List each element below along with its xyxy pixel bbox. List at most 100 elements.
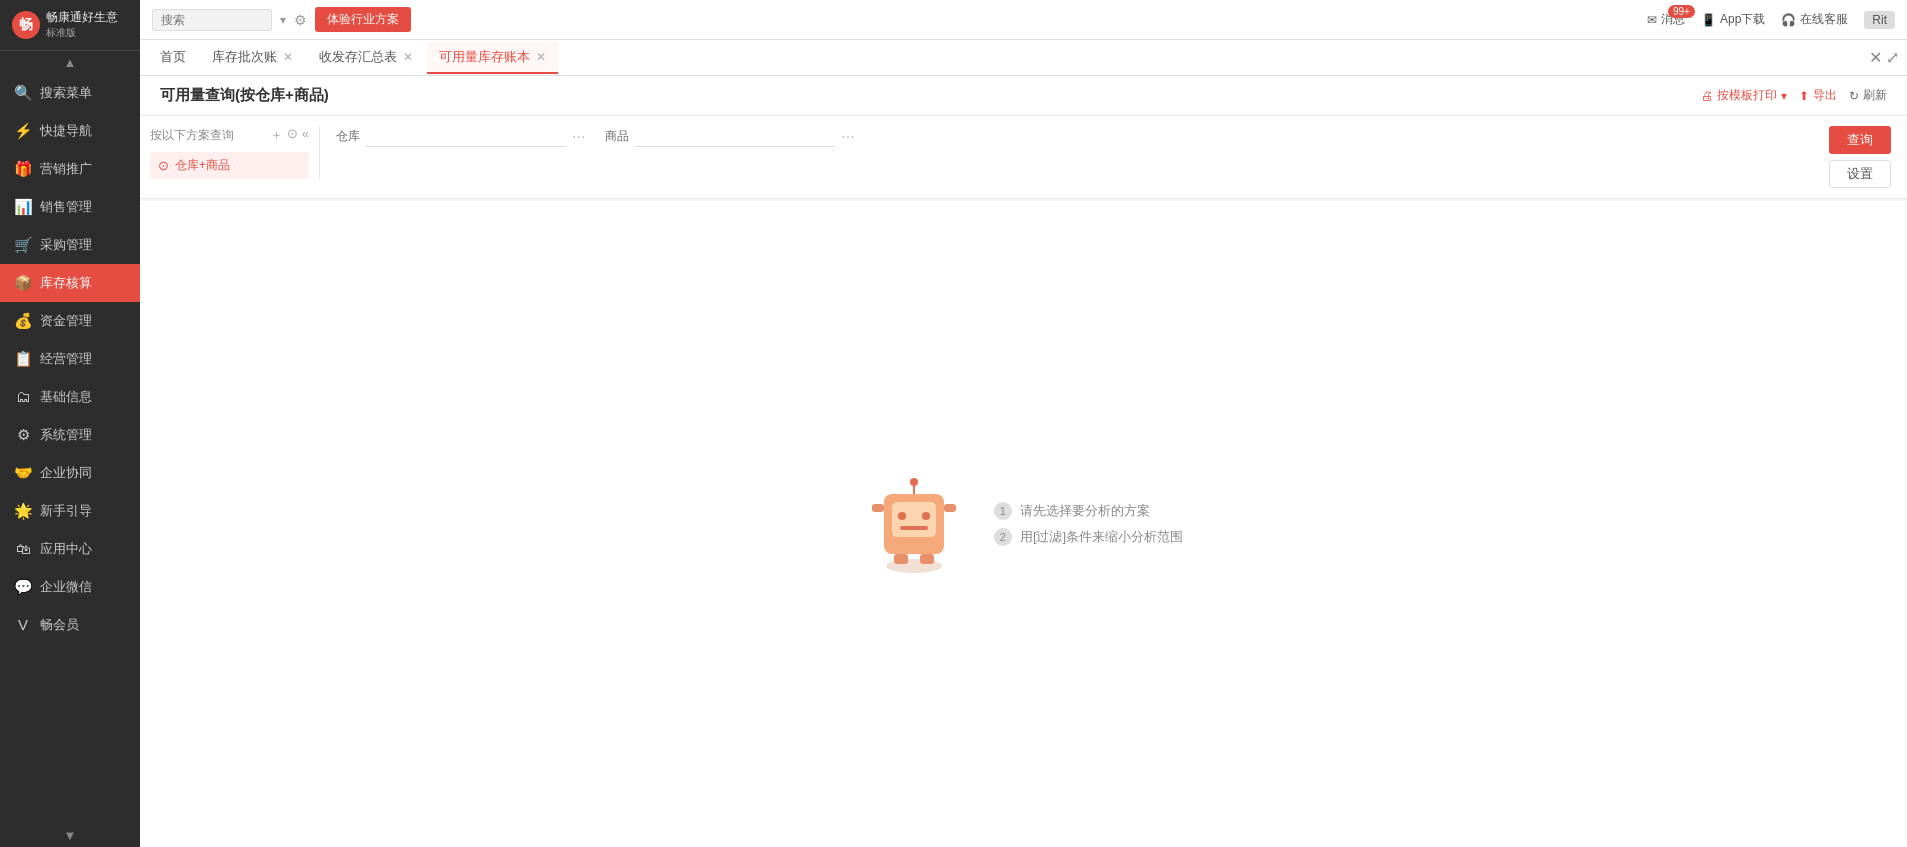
sidebar-item-basic[interactable]: 🗂 基础信息 — [0, 378, 140, 416]
scheme-item-warehouse-product[interactable]: ⊙ 仓库+商品 — [150, 152, 309, 179]
scheme-add-btn[interactable]: ＋ — [270, 126, 283, 144]
svg-rect-6 — [894, 554, 908, 564]
warehouse-more-btn[interactable]: ··· — [572, 128, 585, 146]
message-icon: ✉ — [1647, 13, 1657, 27]
tab-available-label: 可用量库存账本 — [439, 48, 530, 66]
tabs-actions: ✕ ⤢ — [1869, 48, 1899, 67]
sidebar-item-enterprise[interactable]: 🤝 企业协同 — [0, 454, 140, 492]
print-btn[interactable]: 🖨 按模板打印 ▾ — [1701, 87, 1787, 104]
svg-rect-2 — [892, 502, 936, 537]
query-button[interactable]: 查询 — [1829, 126, 1891, 154]
export-btn[interactable]: ⬆ 导出 — [1799, 87, 1837, 104]
print-label: 按模板打印 — [1717, 87, 1777, 104]
scheme-header-label: 按以下方案查询 — [150, 127, 234, 144]
sidebar-item-label: 企业协同 — [40, 464, 92, 482]
warehouse-input[interactable] — [366, 126, 566, 147]
filter-scheme-header: 按以下方案查询 ＋ ⊙ « — [150, 126, 309, 144]
topbar-avatar[interactable]: Rit — [1864, 11, 1895, 29]
tab-home[interactable]: 首页 — [148, 42, 198, 74]
sidebar-item-label: 采购管理 — [40, 236, 92, 254]
tip-1-text: 请先选择要分析的方案 — [1020, 502, 1150, 520]
tab-available[interactable]: 可用量库存账本 ✕ — [427, 42, 558, 74]
tab-close-all-btn[interactable]: ✕ — [1869, 48, 1882, 67]
product-more-btn[interactable]: ··· — [841, 128, 854, 146]
brand-area: 畅 畅康通好生意 标准版 — [0, 0, 140, 51]
svg-point-3 — [898, 512, 906, 520]
sidebar-item-finance[interactable]: 💰 资金管理 — [0, 302, 140, 340]
sidebar-item-sales[interactable]: 📊 销售管理 — [0, 188, 140, 226]
brand-tag: 标准版 — [46, 26, 118, 40]
service-label: 在线客服 — [1800, 11, 1848, 28]
appstore-icon: 🛍 — [14, 540, 32, 557]
empty-tip-2: 2 用[过滤]条件来缩小分析范围 — [994, 528, 1183, 546]
sidebar-item-appstore[interactable]: 🛍 应用中心 — [0, 530, 140, 568]
sidebar-scroll-down[interactable]: ▼ — [0, 824, 140, 847]
topbar-message-btn[interactable]: ✉ 消息 99+ — [1647, 11, 1685, 28]
sidebar-item-member[interactable]: V 畅会员 — [0, 606, 140, 644]
tab-summary-close[interactable]: ✕ — [403, 50, 413, 64]
print-icon: 🖨 — [1701, 89, 1713, 103]
scheme-setting-btn[interactable]: ⊙ — [287, 126, 298, 144]
scheme-item-icon: ⊙ — [158, 158, 169, 173]
sidebar-item-newbie[interactable]: 🌟 新手引导 — [0, 492, 140, 530]
member-icon: V — [14, 616, 32, 633]
sidebar-item-system[interactable]: ⚙ 系统管理 — [0, 416, 140, 454]
sidebar-item-marketing[interactable]: 🎁 营销推广 — [0, 150, 140, 188]
empty-tips: 1 请先选择要分析的方案 2 用[过滤]条件来缩小分析范围 — [994, 502, 1183, 546]
basic-icon: 🗂 — [14, 388, 32, 405]
warehouse-label: 仓库 — [336, 128, 360, 145]
refresh-icon: ↻ — [1849, 89, 1859, 103]
sidebar-item-label: 应用中心 — [40, 540, 92, 558]
scheme-collapse-btn[interactable]: « — [302, 126, 309, 144]
svg-rect-7 — [920, 554, 934, 564]
sidebar-item-search[interactable]: 🔍 搜索菜单 — [0, 74, 140, 112]
topbar-search-input[interactable] — [152, 9, 272, 31]
trial-button[interactable]: 体验行业方案 — [315, 7, 411, 32]
filter-warehouse-field: 仓库 ··· — [336, 126, 585, 147]
sidebar-item-wechat[interactable]: 💬 企业微信 — [0, 568, 140, 606]
export-label: 导出 — [1813, 87, 1837, 104]
sidebar-item-operation[interactable]: 📋 经营管理 — [0, 340, 140, 378]
tab-batch[interactable]: 库存批次账 ✕ — [200, 42, 305, 74]
tip-2-text: 用[过滤]条件来缩小分析范围 — [1020, 528, 1183, 546]
product-label: 商品 — [605, 128, 629, 145]
system-icon: ⚙ — [14, 426, 32, 444]
topbar-app-btn[interactable]: 📱 App下载 — [1701, 11, 1765, 28]
setting-button[interactable]: 设置 — [1829, 160, 1891, 188]
inventory-icon: 📦 — [14, 274, 32, 292]
page-actions: 🖨 按模板打印 ▾ ⬆ 导出 ↻ 刷新 — [1701, 87, 1887, 104]
tab-summary-label: 收发存汇总表 — [319, 48, 397, 66]
topbar: ▾ ⚙ 体验行业方案 ✉ 消息 99+ 📱 App下载 🎧 在线客服 Rit — [140, 0, 1907, 40]
filter-product-field: 商品 ··· — [605, 126, 854, 147]
marketing-icon: 🎁 — [14, 160, 32, 178]
topbar-gear-icon[interactable]: ⚙ — [294, 12, 307, 28]
page-header: 可用量查询(按仓库+商品) 🖨 按模板打印 ▾ ⬆ 导出 ↻ 刷新 — [140, 76, 1907, 116]
tab-summary[interactable]: 收发存汇总表 ✕ — [307, 42, 425, 74]
sales-icon: 📊 — [14, 198, 32, 216]
tab-available-close[interactable]: ✕ — [536, 50, 546, 64]
newbie-icon: 🌟 — [14, 502, 32, 520]
sidebar-scroll-up[interactable]: ▲ — [0, 51, 140, 74]
tab-batch-close[interactable]: ✕ — [283, 50, 293, 64]
product-input[interactable] — [635, 126, 835, 147]
sidebar-item-label: 搜索菜单 — [40, 84, 92, 102]
tab-expand-btn[interactable]: ⤢ — [1886, 48, 1899, 67]
refresh-btn[interactable]: ↻ 刷新 — [1849, 87, 1887, 104]
sidebar-item-inventory[interactable]: 📦 库存核算 — [0, 264, 140, 302]
sidebar-item-purchase[interactable]: 🛒 采购管理 — [0, 226, 140, 264]
svg-rect-9 — [944, 504, 956, 512]
message-badge: 99+ — [1668, 5, 1695, 18]
scheme-item-label: 仓库+商品 — [175, 157, 230, 174]
topbar-service-btn[interactable]: 🎧 在线客服 — [1781, 11, 1848, 28]
sidebar-item-label: 销售管理 — [40, 198, 92, 216]
topbar-right: ✉ 消息 99+ 📱 App下载 🎧 在线客服 Rit — [1647, 11, 1895, 29]
sidebar-item-label: 快捷导航 — [40, 122, 92, 140]
scheme-action-btns: ＋ ⊙ « — [270, 126, 309, 144]
sidebar-item-shortcut[interactable]: ⚡ 快捷导航 — [0, 112, 140, 150]
svg-point-4 — [922, 512, 930, 520]
topbar-dropdown-btn[interactable]: ▾ — [280, 13, 286, 27]
sidebar-item-label: 营销推广 — [40, 160, 92, 178]
page-title: 可用量查询(按仓库+商品) — [160, 86, 329, 105]
svg-point-11 — [910, 478, 918, 486]
tab-home-label: 首页 — [160, 48, 186, 66]
